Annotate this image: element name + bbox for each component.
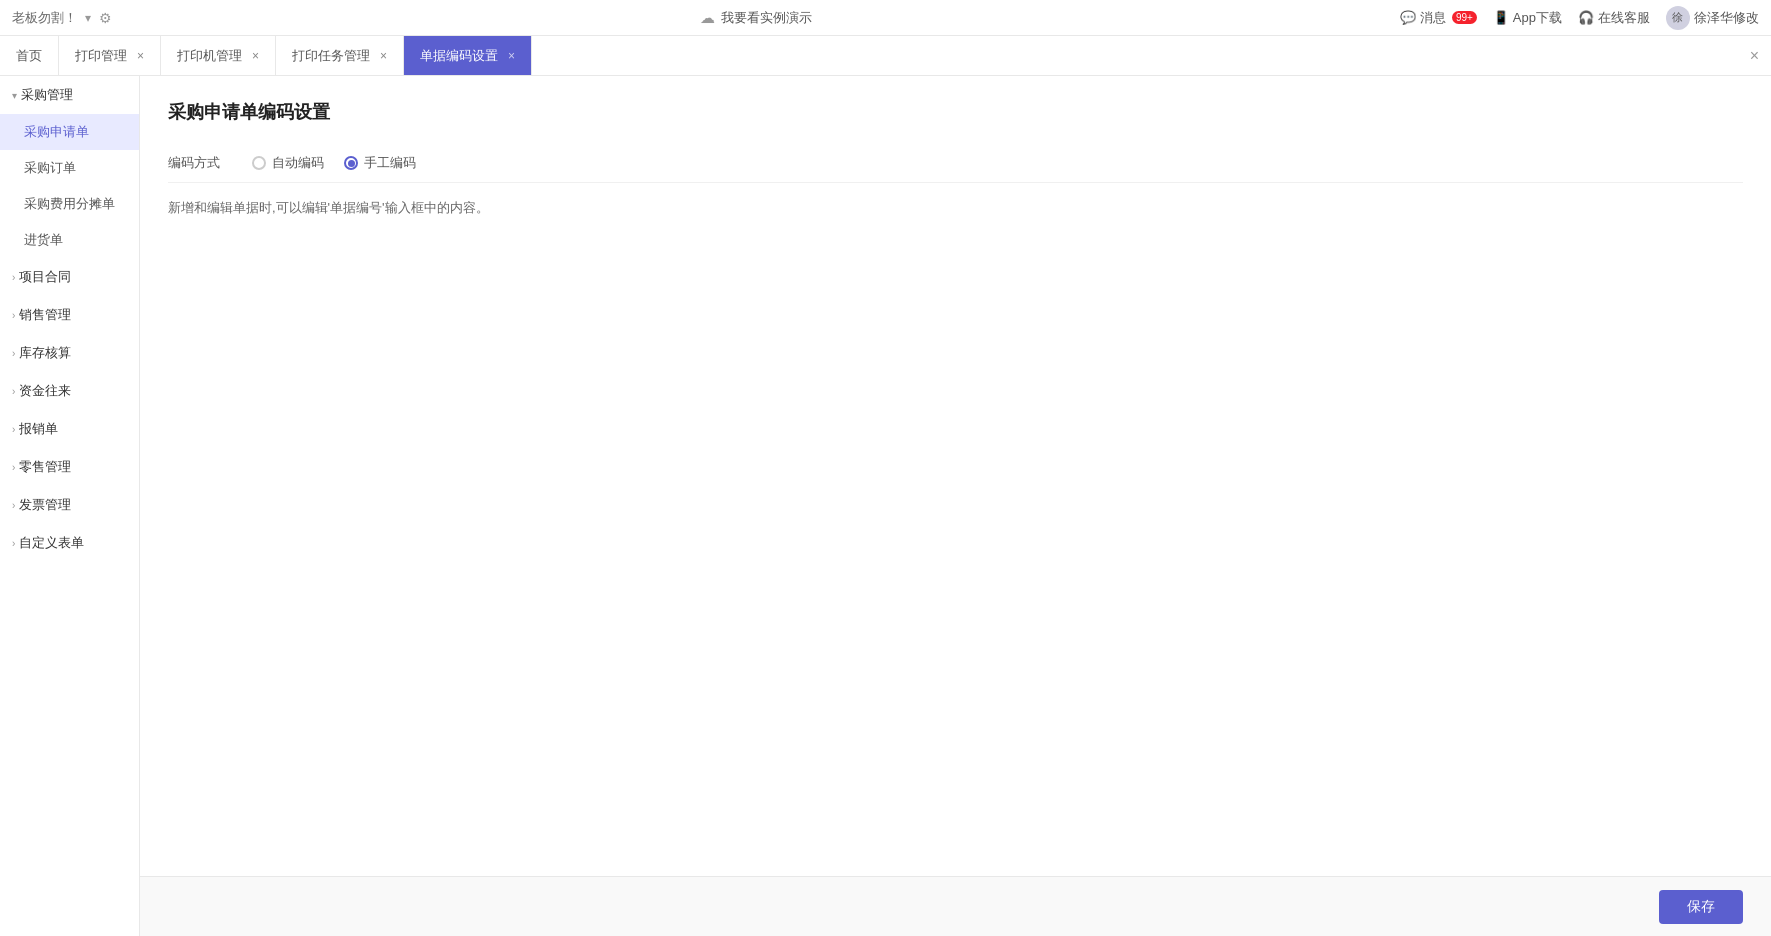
- sidebar-group-fund-flow-label: 资金往来: [19, 382, 71, 400]
- sidebar-item-stock-in[interactable]: 进货单: [0, 222, 139, 258]
- sidebar-group-project-contract[interactable]: › 项目合同: [0, 258, 139, 296]
- tab-home[interactable]: 首页: [0, 36, 59, 75]
- radio-group-encoding: 自动编码 手工编码: [252, 154, 416, 172]
- tab-barcode-settings-label: 单据编码设置: [420, 47, 498, 65]
- sidebar-group-purchase-mgmt[interactable]: ▾ 采购管理: [0, 76, 139, 114]
- tab-bar: 首页 打印管理 × 打印机管理 × 打印任务管理 × 单据编码设置 × ×: [0, 36, 1771, 76]
- sidebar-group-custom-form-label: 自定义表单: [19, 534, 84, 552]
- sidebar-item-purchase-request-label: 采购申请单: [24, 124, 89, 139]
- app-download-button[interactable]: 📱 App下载: [1493, 9, 1562, 27]
- encoding-section: 编码方式 自动编码 手工编码: [168, 144, 1743, 183]
- top-bar: 老板勿割！ ▾ ⚙ ☁ 我要看实例演示 💬 消息 99+ 📱 App下载 🎧 在…: [0, 0, 1771, 36]
- sidebar-group-fund-flow[interactable]: › 资金往来: [0, 372, 139, 410]
- chevron-right-icon: ›: [12, 538, 15, 549]
- tab-print-mgmt[interactable]: 打印管理 ×: [59, 36, 161, 75]
- content-footer: 保存: [140, 876, 1771, 936]
- radio-manual-label: 手工编码: [364, 154, 416, 172]
- tab-print-task-mgmt-close[interactable]: ×: [380, 49, 387, 63]
- tab-print-task-mgmt-label: 打印任务管理: [292, 47, 370, 65]
- sidebar-group-purchase-mgmt-label: 采购管理: [21, 86, 73, 104]
- app-download-icon: 📱: [1493, 10, 1509, 25]
- online-service-label: 在线客服: [1598, 9, 1650, 27]
- headset-icon: 🎧: [1578, 10, 1594, 25]
- avatar: 徐: [1666, 6, 1690, 30]
- tab-printer-mgmt-label: 打印机管理: [177, 47, 242, 65]
- top-bar-center: ☁ 我要看实例演示: [700, 9, 812, 27]
- tab-printer-mgmt-close[interactable]: ×: [252, 49, 259, 63]
- main-layout: ▾ 采购管理 采购申请单 采购订单 采购费用分摊单 进货单 › 项目合同 › 销: [0, 76, 1771, 936]
- message-button[interactable]: 💬 消息 99+: [1400, 9, 1477, 27]
- sidebar-group-retail-mgmt[interactable]: › 零售管理: [0, 448, 139, 486]
- sidebar: ▾ 采购管理 采购申请单 采购订单 采购费用分摊单 进货单 › 项目合同 › 销: [0, 76, 140, 936]
- chevron-down-icon[interactable]: ▾: [85, 11, 91, 25]
- sidebar-group-purchase-mgmt-items: 采购申请单 采购订单 采购费用分摊单 进货单: [0, 114, 139, 258]
- chevron-right-icon: ›: [12, 348, 15, 359]
- cloud-icon: ☁: [700, 9, 715, 27]
- online-service-button[interactable]: 🎧 在线客服: [1578, 9, 1650, 27]
- sidebar-item-purchase-request[interactable]: 采购申请单: [0, 114, 139, 150]
- radio-auto-encoding[interactable]: 自动编码: [252, 154, 324, 172]
- app-download-label: App下载: [1513, 9, 1562, 27]
- tab-home-label: 首页: [16, 47, 42, 65]
- sidebar-group-project-contract-label: 项目合同: [19, 268, 71, 286]
- sidebar-group-invoice-mgmt[interactable]: › 发票管理: [0, 486, 139, 524]
- sidebar-group-custom-form[interactable]: › 自定义表单: [0, 524, 139, 562]
- sidebar-group-sales-mgmt[interactable]: › 销售管理: [0, 296, 139, 334]
- chevron-right-icon: ›: [12, 500, 15, 511]
- encoding-label: 编码方式: [168, 154, 228, 172]
- tab-barcode-settings[interactable]: 单据编码设置 ×: [404, 36, 532, 75]
- chevron-right-icon: ›: [12, 424, 15, 435]
- chevron-right-icon: ›: [12, 386, 15, 397]
- sidebar-item-stock-in-label: 进货单: [24, 232, 63, 247]
- chevron-right-icon: ›: [12, 462, 15, 473]
- close-all-tabs-button[interactable]: ×: [1738, 36, 1771, 75]
- message-icon: 💬: [1400, 10, 1416, 25]
- sidebar-group-returns[interactable]: › 报销单: [0, 410, 139, 448]
- content-body: 采购申请单编码设置 编码方式 自动编码 手工编码 新增和编辑单据时,可以编辑'单…: [140, 76, 1771, 876]
- save-button[interactable]: 保存: [1659, 890, 1743, 924]
- radio-auto-label: 自动编码: [272, 154, 324, 172]
- sidebar-group-returns-label: 报销单: [19, 420, 58, 438]
- sidebar-group-inventory-label: 库存核算: [19, 344, 71, 362]
- message-badge: 99+: [1452, 11, 1477, 24]
- sidebar-item-purchase-order[interactable]: 采购订单: [0, 150, 139, 186]
- tab-barcode-settings-close[interactable]: ×: [508, 49, 515, 63]
- chevron-right-icon: ›: [12, 310, 15, 321]
- radio-manual-circle: [344, 156, 358, 170]
- user-profile[interactable]: 徐 徐泽华修改: [1666, 6, 1759, 30]
- radio-manual-encoding[interactable]: 手工编码: [344, 154, 416, 172]
- content-area: 采购申请单编码设置 编码方式 自动编码 手工编码 新增和编辑单据时,可以编辑'单…: [140, 76, 1771, 936]
- top-bar-left: 老板勿割！ ▾ ⚙: [12, 9, 112, 27]
- user-name: 徐泽华修改: [1694, 9, 1759, 27]
- demo-link[interactable]: 我要看实例演示: [721, 9, 812, 27]
- hint-text: 新增和编辑单据时,可以编辑'单据编号'输入框中的内容。: [168, 199, 1743, 217]
- tab-print-mgmt-close[interactable]: ×: [137, 49, 144, 63]
- sidebar-item-purchase-order-label: 采购订单: [24, 160, 76, 175]
- chevron-down-icon: ▾: [12, 90, 17, 101]
- sidebar-group-inventory[interactable]: › 库存核算: [0, 334, 139, 372]
- message-label: 消息: [1420, 9, 1446, 27]
- tab-print-mgmt-label: 打印管理: [75, 47, 127, 65]
- sidebar-item-purchase-expense[interactable]: 采购费用分摊单: [0, 186, 139, 222]
- sidebar-item-purchase-expense-label: 采购费用分摊单: [24, 196, 115, 211]
- sidebar-group-invoice-mgmt-label: 发票管理: [19, 496, 71, 514]
- gear-icon[interactable]: ⚙: [99, 10, 112, 26]
- sidebar-group-retail-mgmt-label: 零售管理: [19, 458, 71, 476]
- top-bar-right: 💬 消息 99+ 📱 App下载 🎧 在线客服 徐 徐泽华修改: [1400, 6, 1759, 30]
- tab-printer-mgmt[interactable]: 打印机管理 ×: [161, 36, 276, 75]
- page-title: 采购申请单编码设置: [168, 100, 1743, 124]
- chevron-right-icon: ›: [12, 272, 15, 283]
- logo-text: 老板勿割！: [12, 9, 77, 27]
- radio-auto-circle: [252, 156, 266, 170]
- sidebar-group-sales-mgmt-label: 销售管理: [19, 306, 71, 324]
- tab-print-task-mgmt[interactable]: 打印任务管理 ×: [276, 36, 404, 75]
